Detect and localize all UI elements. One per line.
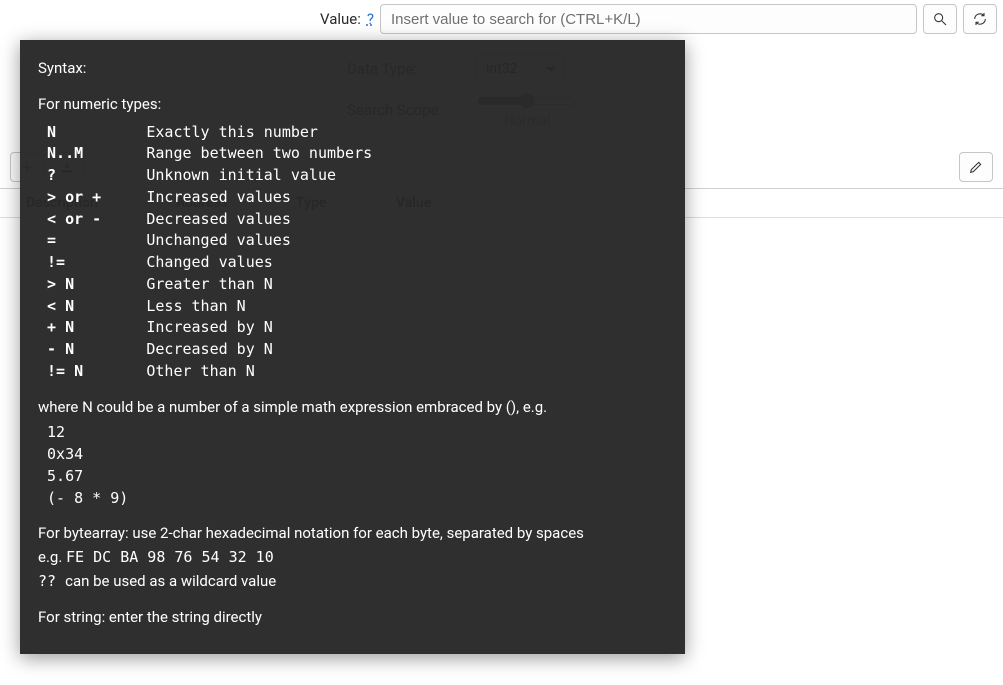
- tooltip-bytearray-header: For bytearray: use 2-char hexadecimal no…: [38, 523, 667, 545]
- tooltip-bytearray-wildcard: ?? can be used as a wildcard value: [38, 571, 667, 593]
- tooltip-syntax-table: N Exactly this number N..M Range between…: [38, 122, 667, 383]
- tooltip-title: Syntax:: [38, 58, 667, 80]
- search-button[interactable]: [923, 4, 957, 34]
- tooltip-where: where N could be a number of a simple ma…: [38, 397, 667, 419]
- search-icon: [932, 11, 948, 27]
- pencil-icon: [968, 159, 984, 175]
- help-link[interactable]: ?: [367, 10, 374, 28]
- search-bar: Value: ?: [0, 0, 1003, 40]
- tooltip-bytearray-example: e.g. FE DC BA 98 76 54 32 10: [38, 547, 667, 569]
- value-label: Value:: [320, 10, 361, 28]
- tooltip-numeric-header: For numeric types:: [38, 94, 667, 116]
- search-input[interactable]: [380, 4, 917, 34]
- tooltip-string-header: For string: enter the string directly: [38, 607, 667, 629]
- refresh-icon: [972, 11, 988, 27]
- tooltip-examples: 12 0x34 5.67 (- 8 * 9): [38, 422, 667, 509]
- edit-button[interactable]: [959, 152, 993, 182]
- refresh-button[interactable]: [963, 4, 997, 34]
- syntax-tooltip: Syntax: For numeric types: N Exactly thi…: [20, 40, 685, 654]
